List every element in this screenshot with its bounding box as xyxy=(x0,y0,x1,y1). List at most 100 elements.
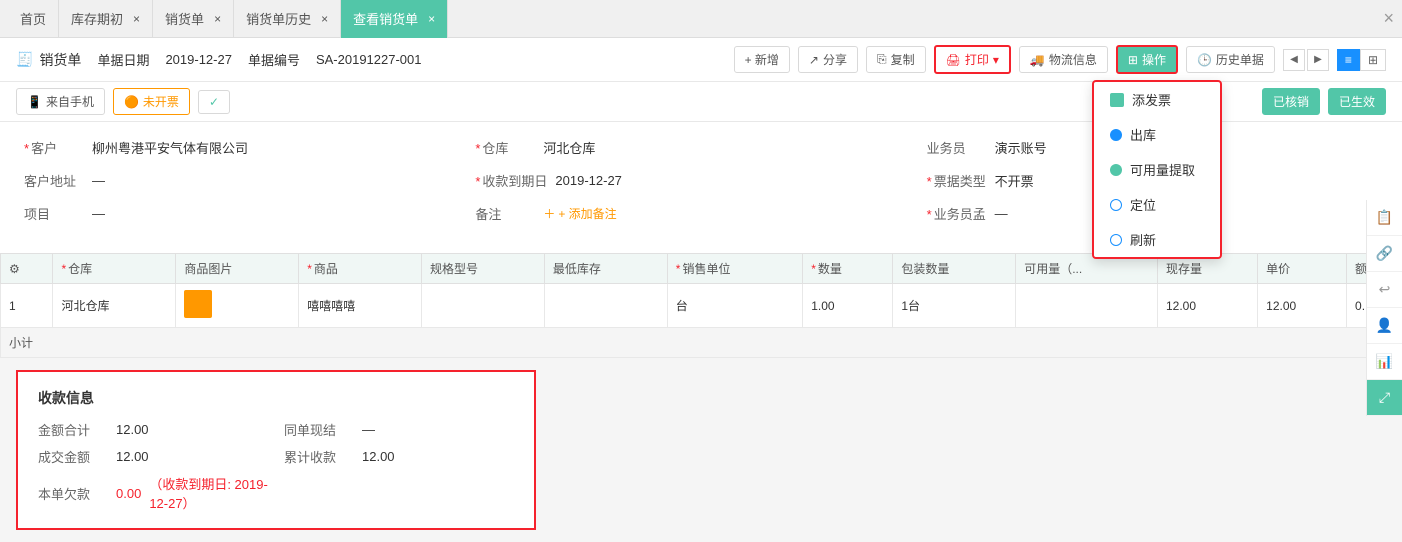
tab-close-view[interactable]: × xyxy=(428,12,435,26)
right-icon-6-expand[interactable]: ⤢ xyxy=(1367,380,1402,416)
ticket-type-value: 不开票 xyxy=(995,171,1034,190)
add-note-button[interactable]: ＋ + 添加备注 xyxy=(543,205,616,222)
summary-owed: 本单欠款 0.00 （收款到期日: 2019-12-27） xyxy=(38,474,268,512)
doc-header: 🧾 销货单 单据日期 2019-12-27 单据编号 SA-20191227-0… xyxy=(0,38,1402,82)
dropdown-locate[interactable]: 定位 xyxy=(1094,187,1220,222)
tab-sales-history[interactable]: 销货单历史 × xyxy=(234,0,341,38)
ticket-icon: 🟠 xyxy=(124,95,139,109)
not-open-button[interactable]: 🟠 未开票 xyxy=(113,88,190,115)
staff-label: 业务员 xyxy=(927,138,987,157)
dropdown-outbound[interactable]: 出库 xyxy=(1094,117,1220,152)
tab-close-history[interactable]: × xyxy=(321,12,328,26)
dropdown-refresh[interactable]: 刷新 xyxy=(1094,222,1220,257)
row-unit-price: 12.00 xyxy=(1258,284,1347,328)
right-icon-2[interactable]: 🔗 xyxy=(1367,236,1402,272)
plus-icon: ＋ xyxy=(543,205,555,222)
operate-button[interactable]: ⊞ 操作 xyxy=(1116,45,1178,74)
col-settings[interactable]: ⚙ xyxy=(1,254,53,284)
summary-deal-amount: 成交金额 12.00 xyxy=(38,447,268,466)
window-close-button[interactable]: × xyxy=(1383,8,1394,29)
col-qty: 数量 xyxy=(803,254,893,284)
grid-view-button[interactable]: ⊞ xyxy=(1360,49,1386,71)
truck-icon: 🚚 xyxy=(1030,53,1045,67)
right-icon-4[interactable]: 👤 xyxy=(1367,308,1402,344)
col-unit-price: 单价 xyxy=(1258,254,1347,284)
payment-date-label: 收款到期日 xyxy=(475,171,547,190)
date-value: 2019-12-27 xyxy=(165,52,232,67)
addr-field: 客户地址 — xyxy=(24,171,475,190)
tab-view-sales[interactable]: 查看销货单 × xyxy=(341,0,448,38)
col-sales-unit: 销售单位 xyxy=(667,254,802,284)
customer-label: 客户 xyxy=(24,138,84,157)
right-icon-1[interactable]: 📋 xyxy=(1367,200,1402,236)
col-product-img: 商品图片 xyxy=(176,254,299,284)
operation-dropdown: 添发票 出库 可用量提取 定位 刷新 xyxy=(1092,80,1222,259)
summary-amount-total-value: 12.00 xyxy=(116,422,149,437)
locate-label: 定位 xyxy=(1130,195,1156,214)
sales-order-icon: 🧾 xyxy=(16,51,33,68)
doc-type-label: 销货单 xyxy=(39,50,81,70)
summary-box: 收款信息 金额合计 12.00 同单现结 — 成交金额 12.00 累计收款 1… xyxy=(16,370,536,530)
project-value: — xyxy=(92,206,105,221)
tab-sales-order[interactable]: 销货单 × xyxy=(153,0,234,38)
doc-no-value: SA-20191227-001 xyxy=(316,52,422,67)
right-icon-5[interactable]: 📊 xyxy=(1367,344,1402,380)
summary-deal-amount-value: 12.00 xyxy=(116,449,149,464)
summary-same-settle-label: 同单现结 xyxy=(284,420,354,439)
product-table-wrapper: ⚙ 仓库 商品图片 商品 规格型号 最低库存 销售单位 数量 包装数量 可用量（… xyxy=(0,253,1402,358)
share-button[interactable]: ↗ 分享 xyxy=(798,46,858,73)
right-icon-3[interactable]: ↩ xyxy=(1367,272,1402,308)
summary-owed-label: 本单欠款 xyxy=(38,484,108,503)
dropdown-add-invoice[interactable]: 添发票 xyxy=(1094,82,1220,117)
row-sales-unit: 台 xyxy=(667,284,802,328)
col-warehouse: 仓库 xyxy=(53,254,176,284)
next-button[interactable]: ▶ xyxy=(1307,49,1329,71)
refresh-label: 刷新 xyxy=(1130,230,1156,249)
copy-button[interactable]: ⎘ 复制 xyxy=(866,46,926,73)
sales-staff-value: — xyxy=(995,206,1008,221)
summary-amount-total: 金额合计 12.00 xyxy=(38,420,268,439)
summary-owed-value: 0.00 xyxy=(116,486,141,501)
tab-close-inventory[interactable]: × xyxy=(133,12,140,26)
customer-value: 柳州粤港平安气体有限公司 xyxy=(92,138,248,157)
prev-button[interactable]: ◀ xyxy=(1283,49,1305,71)
print-dropdown-icon: ▾ xyxy=(993,53,999,67)
available-label: 可用量提取 xyxy=(1130,160,1195,179)
sales-staff-label: 业务员孟 xyxy=(927,204,987,223)
payment-date-field: 收款到期日 2019-12-27 xyxy=(475,171,926,190)
summary-collected-label: 累计收款 xyxy=(284,447,354,466)
customer-field: 客户 柳州粤港平安气体有限公司 xyxy=(24,138,475,157)
ticket-type-label: 票据类型 xyxy=(927,171,987,190)
doc-meta: 单据日期 2019-12-27 单据编号 SA-20191227-001 xyxy=(97,50,421,69)
doc-title-section: 🧾 销货单 xyxy=(16,50,81,70)
tab-inventory-init[interactable]: 库存期初 × xyxy=(59,0,153,38)
tab-close-sales[interactable]: × xyxy=(214,12,221,26)
col-product: 商品 xyxy=(299,254,422,284)
summary-title: 收款信息 xyxy=(38,388,514,408)
list-view-button[interactable]: ≡ xyxy=(1337,49,1360,71)
addr-value: — xyxy=(92,173,105,188)
view-toggle: ≡ ⊞ xyxy=(1337,49,1386,71)
effective-button[interactable]: 已生效 xyxy=(1328,88,1386,115)
row-min-stock xyxy=(544,284,667,328)
row-spec xyxy=(422,284,545,328)
tab-home[interactable]: 首页 xyxy=(8,0,59,38)
row-product-img xyxy=(176,284,299,328)
logistics-button[interactable]: 🚚 物流信息 xyxy=(1019,46,1108,73)
staff-value: 演示账号 xyxy=(995,138,1047,157)
warehouse-value: 河北仓库 xyxy=(543,138,595,157)
nav-arrows: ◀ ▶ xyxy=(1283,49,1329,71)
row-warehouse: 河北仓库 xyxy=(53,284,176,328)
print-button[interactable]: 🖨 打印 ▾ xyxy=(934,45,1011,74)
subtotal-row: 小计 xyxy=(1,328,1402,358)
new-button[interactable]: + 新增 xyxy=(734,46,790,73)
history-icon: 🕒 xyxy=(1197,53,1212,67)
confirmed-button[interactable]: 已核销 xyxy=(1262,88,1320,115)
summary-owed-note: （收款到期日: 2019-12-27） xyxy=(149,474,268,512)
doc-no-label: 单据编号 xyxy=(248,50,300,69)
from-phone-button[interactable]: 📱 来自手机 xyxy=(16,88,105,115)
check-icon-btn[interactable]: ✓ xyxy=(198,90,230,114)
dropdown-available[interactable]: 可用量提取 xyxy=(1094,152,1220,187)
add-invoice-icon xyxy=(1110,93,1124,107)
history-button[interactable]: 🕒 历史单据 xyxy=(1186,46,1275,73)
